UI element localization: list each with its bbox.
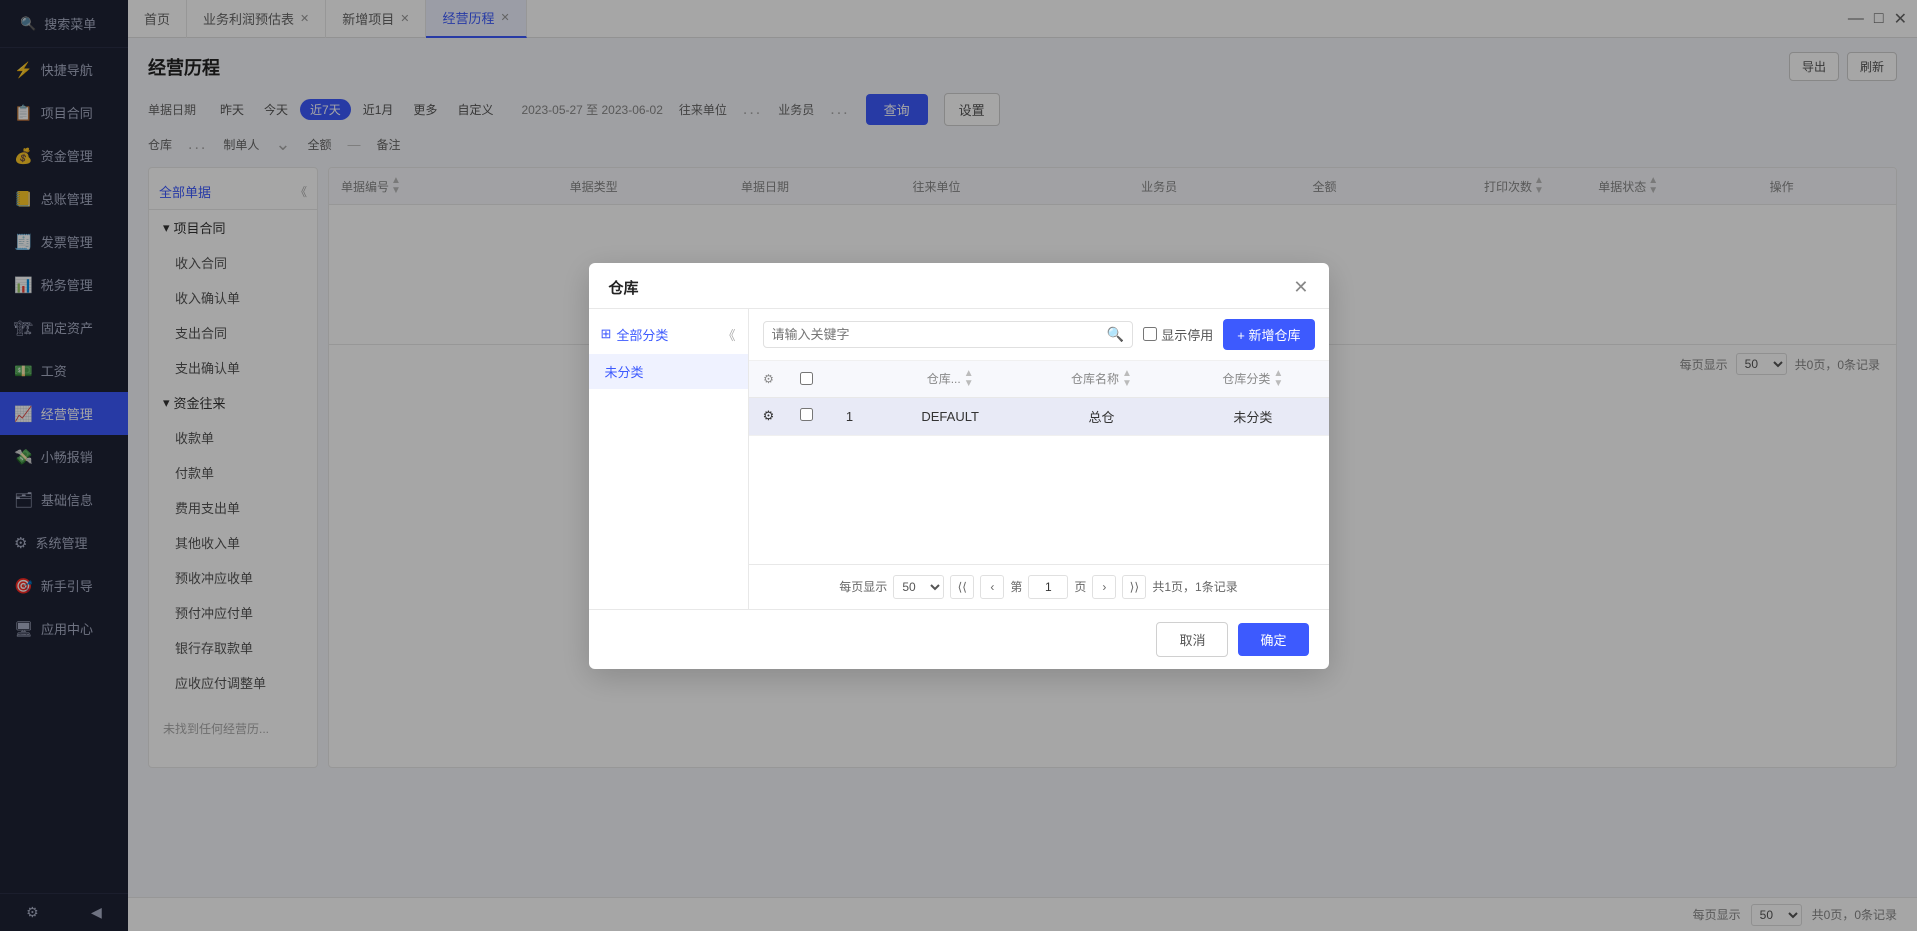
modal-left-collapse[interactable]: 《 — [722, 325, 735, 344]
row-num: 1 — [825, 409, 875, 424]
first-page-btn[interactable]: ⟨⟨ — [950, 575, 974, 599]
col-category-header: 仓库分类 ▲▼ — [1177, 369, 1328, 389]
modal-left-header: ⊞ 全部分类 《 — [589, 319, 748, 354]
col-gear-header: ⚙ — [749, 372, 789, 386]
row-check[interactable] — [789, 408, 825, 424]
modal-footer: 取消 确定 — [589, 609, 1329, 669]
col-check-header — [789, 372, 825, 385]
search-icon: 🔍 — [1107, 326, 1124, 343]
cancel-button[interactable]: 取消 — [1156, 622, 1228, 657]
col-code-header: 仓库... ▲▼ — [875, 369, 1026, 389]
table-row[interactable]: ⚙ 1 DEFAULT 总仓 未分类 — [749, 398, 1329, 436]
search-box[interactable]: 🔍 — [763, 321, 1134, 348]
page-label: 第 — [1010, 578, 1022, 595]
modal-toolbar: 🔍 显示停用 + 新增仓库 — [749, 309, 1329, 361]
total-label: 共1页，1条记录 — [1152, 578, 1237, 595]
row-gear: ⚙ — [749, 408, 789, 424]
modal-table: ⚙ 仓库... ▲▼ 仓库名称 ▲▼ — [749, 361, 1329, 564]
show-disabled-checkbox[interactable]: 显示停用 — [1143, 325, 1213, 344]
row-checkbox[interactable] — [800, 408, 813, 421]
sort-icon-category: ▲▼ — [1273, 369, 1283, 389]
sort-icon-name: ▲▼ — [1122, 369, 1132, 389]
show-disabled-input[interactable] — [1143, 327, 1157, 341]
row-category: 未分类 — [1177, 407, 1328, 426]
modal-left-panel: ⊞ 全部分类 《 未分类 — [589, 309, 749, 609]
modal-pagination: 每页显示 50 100 ⟨⟨ ‹ 第 页 › ⟩⟩ 共1页，1条记录 — [749, 564, 1329, 609]
modal-title: 仓库 — [609, 277, 639, 298]
select-all-checkbox[interactable] — [800, 372, 813, 385]
modal-overlay[interactable]: 仓库 ✕ ⊞ 全部分类 《 未分类 — [0, 0, 1917, 931]
all-categories-icon: ⊞ — [601, 326, 612, 342]
next-page-btn[interactable]: › — [1092, 575, 1116, 599]
last-page-btn[interactable]: ⟩⟩ — [1122, 575, 1146, 599]
modal-body: ⊞ 全部分类 《 未分类 🔍 — [589, 309, 1329, 609]
show-disabled-label: 显示停用 — [1161, 325, 1213, 344]
row-code: DEFAULT — [875, 409, 1026, 424]
confirm-button[interactable]: 确定 — [1238, 623, 1308, 656]
add-warehouse-button[interactable]: + 新增仓库 — [1223, 319, 1314, 350]
search-input[interactable] — [772, 327, 1103, 342]
modal-left-scroll: 未分类 — [589, 354, 748, 599]
per-page-select-modal[interactable]: 50 100 — [893, 575, 944, 599]
modal-close-button[interactable]: ✕ — [1293, 277, 1308, 298]
modal-header: 仓库 ✕ — [589, 263, 1329, 309]
page-input[interactable] — [1028, 575, 1068, 599]
modal-right-panel: 🔍 显示停用 + 新增仓库 ⚙ — [749, 309, 1329, 609]
row-name: 总仓 — [1026, 407, 1177, 426]
all-categories-label: ⊞ 全部分类 — [601, 325, 669, 344]
warehouse-modal: 仓库 ✕ ⊞ 全部分类 《 未分类 — [589, 263, 1329, 669]
col-name-header: 仓库名称 ▲▼ — [1026, 369, 1177, 389]
modal-left-item-uncategorized[interactable]: 未分类 — [589, 354, 748, 389]
prev-page-btn[interactable]: ‹ — [980, 575, 1004, 599]
per-page-label-modal: 每页显示 — [839, 578, 887, 595]
page-suffix: 页 — [1074, 578, 1086, 595]
modal-table-header: ⚙ 仓库... ▲▼ 仓库名称 ▲▼ — [749, 361, 1329, 398]
sort-icon-code: ▲▼ — [964, 369, 974, 389]
